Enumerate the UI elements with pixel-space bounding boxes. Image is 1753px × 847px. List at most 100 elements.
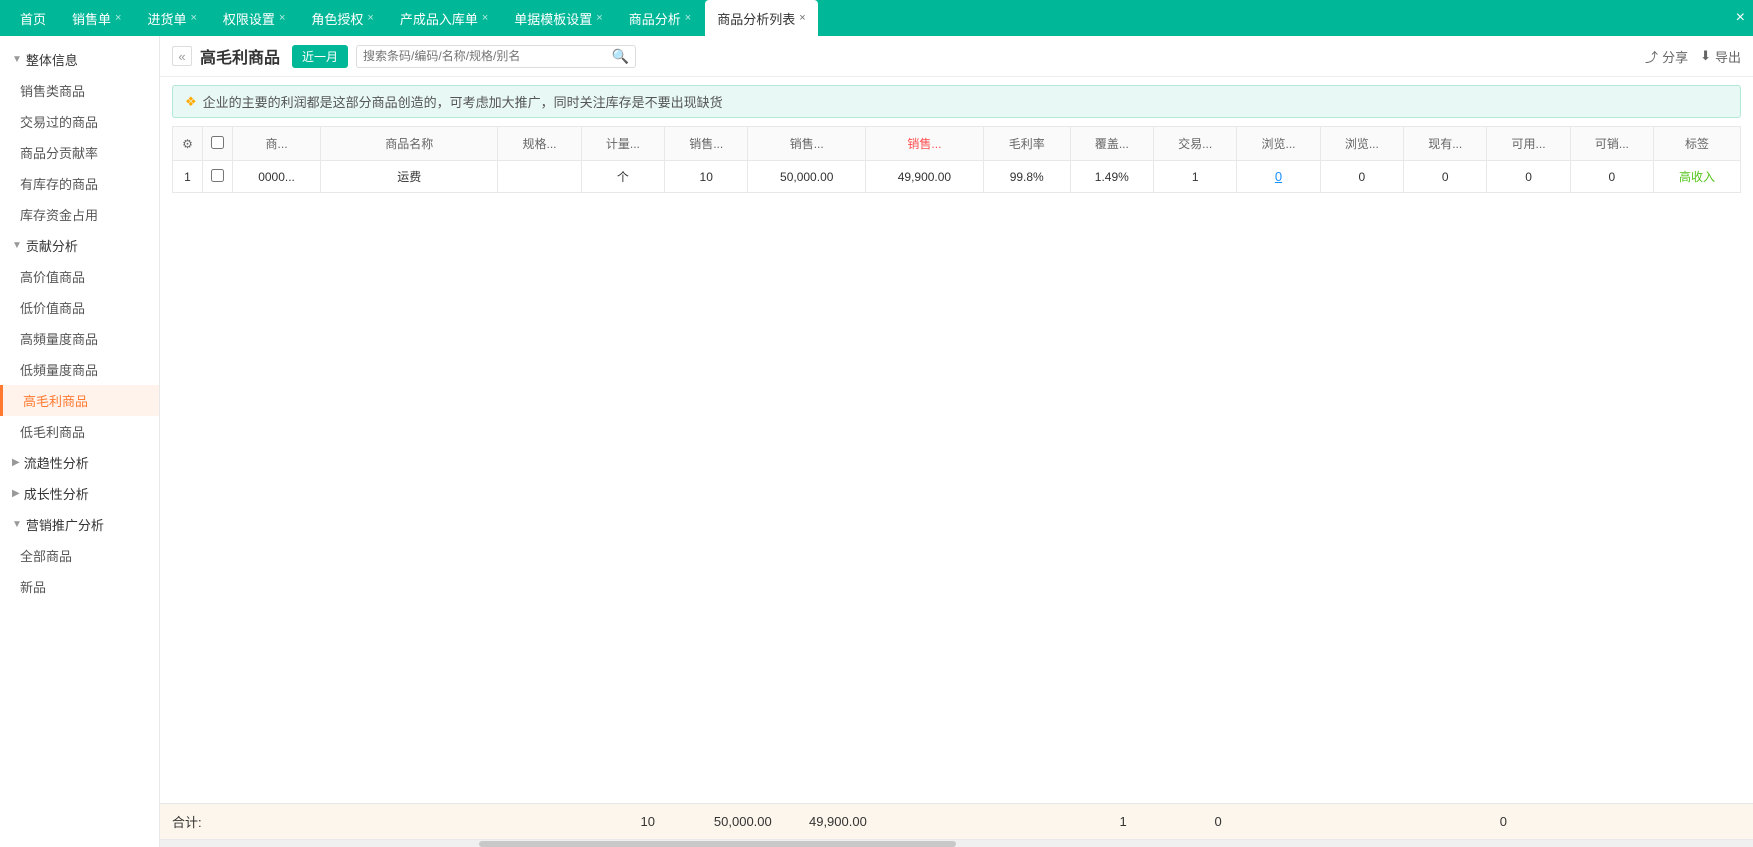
scrollbar-thumb[interactable]: [479, 841, 957, 847]
close-icon[interactable]: ×: [685, 12, 691, 24]
sidebar-item-high-margin[interactable]: 高毛利商品: [0, 385, 159, 416]
col-checkbox[interactable]: [203, 127, 233, 161]
close-icon[interactable]: ×: [482, 12, 488, 24]
nav-tab-product-entry[interactable]: 产成品入库单 ×: [388, 0, 500, 36]
cell-checkbox[interactable]: [203, 161, 233, 193]
cell-transactions: 1: [1154, 161, 1237, 193]
sidebar-section-wealth[interactable]: ▼ 贡献分析: [0, 230, 159, 261]
sidebar-item-traded-goods[interactable]: 交易过的商品: [0, 106, 159, 137]
close-icon[interactable]: ×: [115, 12, 121, 24]
sidebar-item-high-freq[interactable]: 高頻量度商品: [0, 323, 159, 354]
cell-unit: 个: [581, 161, 664, 193]
col-settings[interactable]: ⚙: [173, 127, 203, 161]
nav-tab-permissions[interactable]: 权限设置 ×: [211, 0, 297, 36]
chevron-down-icon: ▼: [12, 519, 22, 530]
close-icon[interactable]: ×: [799, 12, 805, 24]
footer-label: 合计:: [172, 812, 212, 831]
nav-tab-goods-analysis[interactable]: 商品分析 ×: [617, 0, 703, 36]
nav-tab-goods-analysis-list[interactable]: 商品分析列表 ×: [705, 0, 817, 36]
col-unit[interactable]: 计量...: [581, 127, 664, 161]
sidebar-item-all-goods[interactable]: 全部商品: [0, 540, 159, 571]
close-icon[interactable]: ×: [367, 12, 373, 24]
sidebar-section-marketing[interactable]: ▼ 营销推广分析: [0, 509, 159, 540]
select-all-checkbox[interactable]: [211, 136, 224, 149]
col-sales-qty[interactable]: 销售...: [665, 127, 748, 161]
export-button[interactable]: ⬇ 导出: [1700, 47, 1741, 66]
col-available[interactable]: 可用...: [1487, 127, 1570, 161]
col-margin-rate[interactable]: 毛利率: [983, 127, 1070, 161]
cell-coverage: 1.49%: [1070, 161, 1153, 193]
col-sellable[interactable]: 可销...: [1570, 127, 1653, 161]
header-actions: ⤴ 分享 ⬇ 导出: [1645, 47, 1741, 66]
footer-browse1: 0: [1171, 814, 1266, 829]
footer-total: 合计: 10 50,000.00 49,900.00 1 0 0: [160, 803, 1753, 839]
nav-tab-home[interactable]: 首页: [8, 0, 58, 36]
cell-sales-amount: 50,000.00: [748, 161, 866, 193]
share-icon: ⤴: [1645, 47, 1658, 66]
col-name[interactable]: 商品名称: [321, 127, 498, 161]
main-layout: ▼ 整体信息 销售类商品 交易过的商品 商品分贡献率 有库存的商品 库存资金占用…: [0, 36, 1753, 847]
content-header: « 高毛利商品 近一月 🔍 ⤴ 分享 ⬇ 导出: [160, 36, 1753, 77]
row-checkbox[interactable]: [211, 169, 224, 182]
col-current-stock[interactable]: 现有...: [1404, 127, 1487, 161]
col-tag[interactable]: 标签: [1654, 127, 1741, 161]
search-input[interactable]: [363, 49, 608, 63]
cell-browse1[interactable]: 0: [1237, 161, 1320, 193]
col-browse1[interactable]: 浏览...: [1237, 127, 1320, 161]
sidebar: ▼ 整体信息 销售类商品 交易过的商品 商品分贡献率 有库存的商品 库存资金占用…: [0, 36, 160, 847]
search-box: 🔍: [356, 45, 636, 68]
cell-index: 1: [173, 161, 203, 193]
col-code[interactable]: 商...: [233, 127, 321, 161]
cell-tag: 高收入: [1654, 161, 1741, 193]
col-spec[interactable]: 规格...: [498, 127, 581, 161]
collapse-sidebar-button[interactable]: «: [172, 46, 192, 66]
sidebar-item-low-margin[interactable]: 低毛利商品: [0, 416, 159, 447]
nav-tab-role[interactable]: 角色授权 ×: [299, 0, 385, 36]
time-filter-button[interactable]: 近一月: [292, 45, 348, 68]
cell-margin-rate: 99.8%: [983, 161, 1070, 193]
col-sales-amount[interactable]: 销售...: [748, 127, 866, 161]
col-browse2[interactable]: 浏览...: [1320, 127, 1403, 161]
banner-text: 企业的主要的利润都是这部分商品创造的，可考虑加大推广，同时关注库存是不要出现缺货: [203, 92, 723, 111]
col-coverage[interactable]: 覆盖...: [1070, 127, 1153, 161]
nav-tab-sales[interactable]: 销售单 ×: [60, 0, 133, 36]
sidebar-section-trend[interactable]: ▶ 流趋性分析: [0, 447, 159, 478]
sidebar-item-goods-contribution[interactable]: 商品分贡献率: [0, 137, 159, 168]
nav-tab-purchase[interactable]: 进货单 ×: [135, 0, 208, 36]
sidebar-item-sales-goods[interactable]: 销售类商品: [0, 75, 159, 106]
cell-current-stock: 0: [1404, 161, 1487, 193]
cell-spec: [498, 161, 581, 193]
content-area: « 高毛利商品 近一月 🔍 ⤴ 分享 ⬇ 导出 ❖ 企业的主要: [160, 36, 1753, 847]
cell-sales-qty: 10: [665, 161, 748, 193]
chevron-right-icon: ▶: [12, 457, 20, 468]
sidebar-section-growth[interactable]: ▶ 成长性分析: [0, 478, 159, 509]
sidebar-item-high-value[interactable]: 高价值商品: [0, 261, 159, 292]
cell-sellable: 0: [1570, 161, 1653, 193]
horizontal-scrollbar[interactable]: [160, 839, 1753, 847]
close-all-button[interactable]: ×: [1736, 9, 1745, 27]
cell-browse2: 0: [1320, 161, 1403, 193]
close-icon[interactable]: ×: [190, 12, 196, 24]
sidebar-item-low-freq[interactable]: 低頻量度商品: [0, 354, 159, 385]
close-icon[interactable]: ×: [279, 12, 285, 24]
sidebar-section-overall[interactable]: ▼ 整体信息: [0, 44, 159, 75]
footer-transactions: 1: [1076, 814, 1171, 829]
sidebar-item-new-goods[interactable]: 新品: [0, 571, 159, 602]
footer-sales-qty: 10: [600, 814, 695, 829]
col-transactions[interactable]: 交易...: [1154, 127, 1237, 161]
table-container: ⚙ 商... 商品名称 规格... 计量... 销售... 销售... 销售..…: [160, 126, 1753, 803]
sidebar-item-goods-in-stock[interactable]: 有库存的商品: [0, 168, 159, 199]
search-icon[interactable]: 🔍: [612, 48, 629, 65]
top-nav: 首页 销售单 × 进货单 × 权限设置 × 角色授权 × 产成品入库单 × 单据…: [0, 0, 1753, 36]
cell-sales-profit: 49,900.00: [866, 161, 984, 193]
chevron-down-icon: ▼: [12, 240, 22, 251]
col-sales-profit[interactable]: 销售...: [866, 127, 984, 161]
sidebar-item-low-value[interactable]: 低价值商品: [0, 292, 159, 323]
cell-available: 0: [1487, 161, 1570, 193]
close-icon[interactable]: ×: [596, 12, 602, 24]
info-icon: ❖: [185, 94, 197, 110]
share-button[interactable]: ⤴ 分享: [1645, 47, 1688, 66]
sidebar-item-stock-occupation[interactable]: 库存资金占用: [0, 199, 159, 230]
footer-sales-profit: 49,900.00: [790, 814, 885, 829]
nav-tab-template[interactable]: 单据模板设置 ×: [502, 0, 614, 36]
